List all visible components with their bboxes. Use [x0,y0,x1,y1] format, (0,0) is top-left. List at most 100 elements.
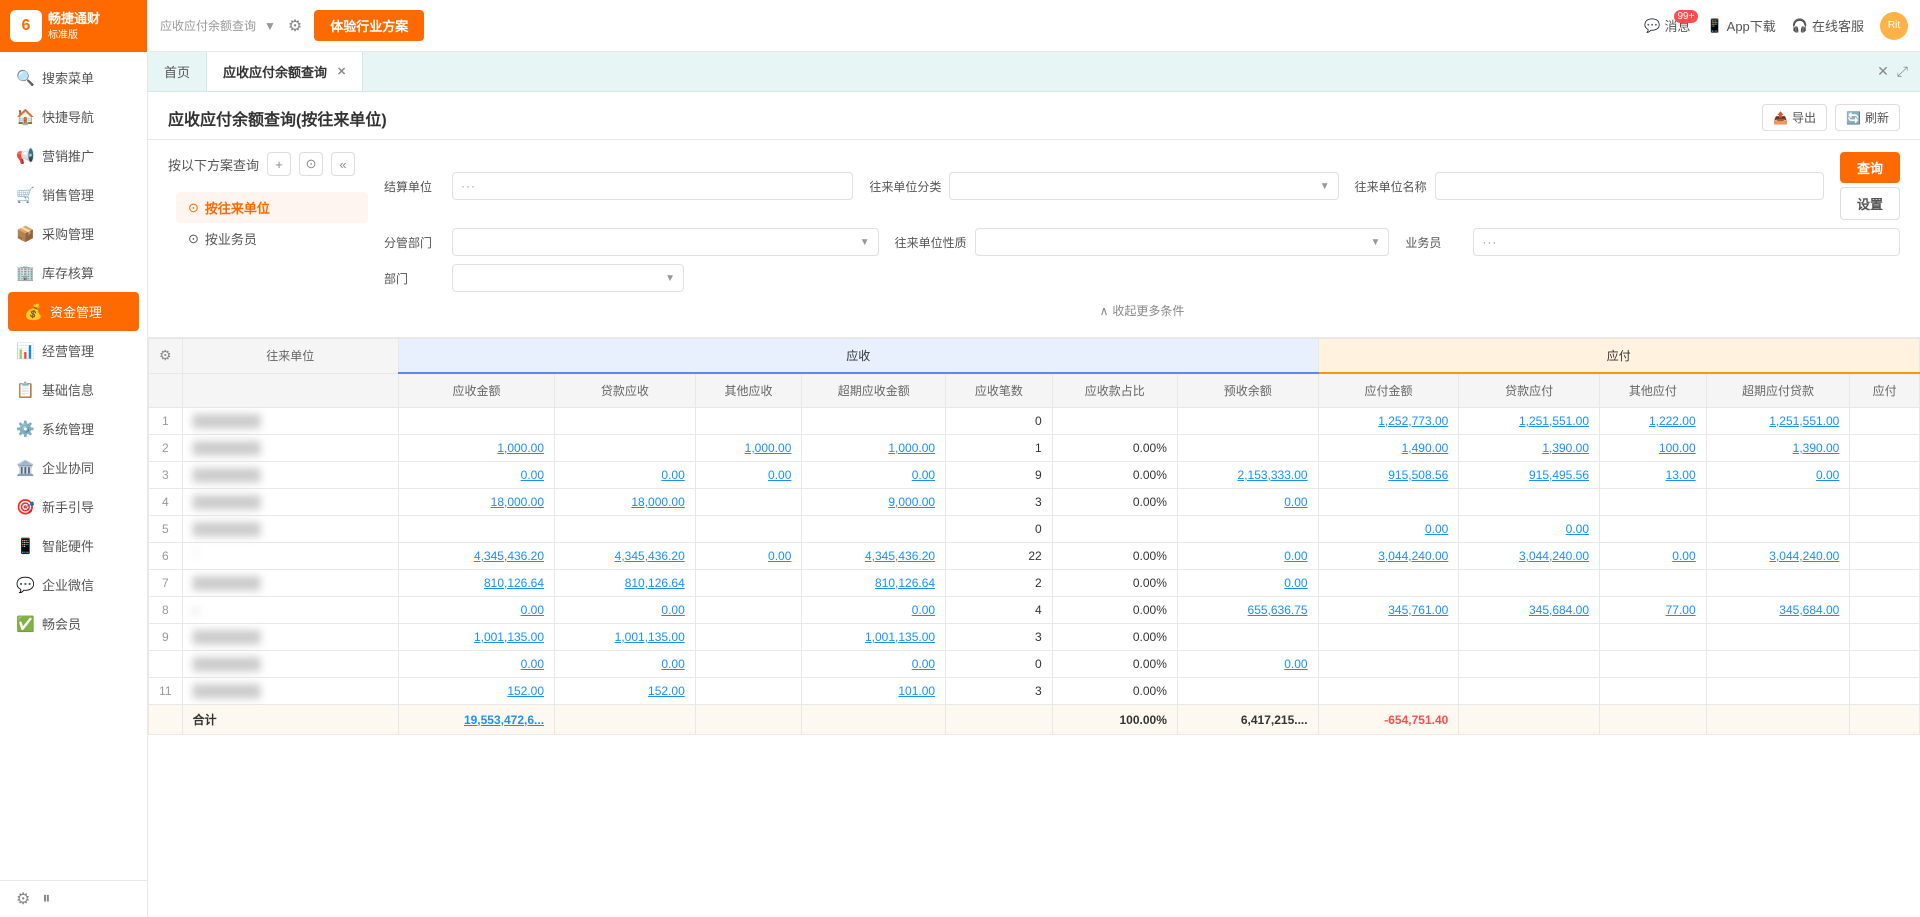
query-buttons: 查询 设置 [1840,152,1900,220]
tab-home[interactable]: 首页 [148,52,207,91]
collapse-sidebar-icon[interactable]: ⏸ [42,890,50,908]
col-group-ap: 应付 [1318,339,1919,374]
query-button[interactable]: 查询 [1840,152,1900,183]
table-row: 9████████1,001,135.001,001,135.001,001,1… [149,624,1920,651]
sidebar-item-sales[interactable]: 🛒 销售管理 [0,175,147,214]
footer-loan-ap [1459,705,1600,735]
tab-close-icon[interactable]: ✕ [337,65,346,78]
sidebar-item-guide[interactable]: 🎯 新手引导 [0,487,147,526]
col-settings[interactable]: ⚙ [149,339,183,374]
hardware-icon: 📱 [16,537,34,555]
message-icon: 💬 [1644,18,1660,34]
guide-icon: 🎯 [16,498,34,516]
filter-collapse-btn[interactable]: « [331,152,355,176]
footer-other-ap [1600,705,1707,735]
topbar-dropdown-icon[interactable]: ▼ [264,19,276,33]
tabbar: 首页 应收应付余额查询 ✕ ✕ ⤢ [148,52,1920,92]
filter-dept: 分管部门 ▼ [384,228,879,256]
topbar-message[interactable]: 💬 消息 99+ [1644,16,1690,35]
filter-settlement-unit: 结算单位 ··· [384,172,853,200]
group-salesman-icon: ⊙ [188,231,199,247]
footer-prepay: 6,417,215.... [1177,705,1318,735]
refresh-button[interactable]: 🔄 刷新 [1835,104,1900,131]
sidebar-item-hardware[interactable]: 📱 智能硬件 [0,526,147,565]
tabbar-close-icon[interactable]: ✕ [1877,63,1889,80]
table-gear-icon[interactable]: ⚙ [159,347,172,363]
sidebar-logo: 6 畅捷通财 标准版 [0,0,147,52]
sidebar-item-basic[interactable]: 📋 基础信息 [0,370,147,409]
table-footer-row: 合计 19,553,472,6... 100.00% 6,417,215....… [149,705,1920,735]
table-row: ████████0.000.000.0000.00%0.00 [149,651,1920,678]
enterprise-icon: 🏛️ [16,459,34,477]
table-container[interactable]: ⚙ 往来单位 应收 应付 应收金额 贷款应收 其他应收 超期应收金额 应收笔数 … [148,338,1920,917]
settings-bottom-icon[interactable]: ⚙ [16,889,30,909]
dept-input[interactable]: ▼ [452,228,879,256]
col-ap-h: 应付 [1850,373,1920,408]
export-button[interactable]: 📤 导出 [1762,104,1827,131]
col-ar-amt-h: 应收金额 [398,373,554,408]
page-actions: 📤 导出 🔄 刷新 [1762,104,1900,131]
topbar-online-service[interactable]: 🎧 在线客服 [1792,16,1864,35]
sidebar-item-marketing[interactable]: 📢 营销推广 [0,136,147,175]
member-icon: ✅ [16,615,34,633]
group-by-unit[interactable]: ⊙ 按往来单位 [176,192,368,223]
marketing-icon: 📢 [16,147,34,165]
sidebar-nav: 🔍 搜索菜单 🏠 快捷导航 📢 营销推广 🛒 销售管理 📦 采购管理 🏢 库存核… [0,52,147,880]
operation-icon: 📊 [16,342,34,360]
topbar-user-avatar[interactable]: Rit [1880,12,1908,40]
logo-text: 畅捷通财 [48,11,100,27]
app-icon: 📱 [1706,18,1722,34]
tab-arbalance[interactable]: 应收应付余额查询 ✕ [207,52,363,91]
col-num-h [149,373,183,408]
solution-button[interactable]: 体验行业方案 [314,10,424,41]
system-icon: ⚙️ [16,420,34,438]
topbar-app-download[interactable]: 📱 App下载 [1706,16,1775,35]
collapse-filter-btn[interactable]: ∧ 收起更多条件 [384,296,1900,325]
col-ar-count-h: 应收笔数 [946,373,1053,408]
salesman-input[interactable]: ··· [1473,228,1900,256]
footer-num [149,705,183,735]
refresh-icon: 🔄 [1846,111,1861,125]
search-icon: 🔍 [16,69,34,87]
tab-home-label: 首页 [164,62,190,81]
table-row: 3████████0.000.000.000.0090.00%2,153,333… [149,462,1920,489]
setting-button[interactable]: 设置 [1840,187,1900,220]
sidebar-item-purchase[interactable]: 📦 采购管理 [0,214,147,253]
sidebar-item-system[interactable]: ⚙️ 系统管理 [0,409,147,448]
unit-nature-input[interactable]: ▼ [975,228,1390,256]
unit-name-input[interactable] [1435,172,1824,200]
filter-add-btn[interactable]: + [267,152,291,176]
sidebar-item-search[interactable]: 🔍 搜索菜单 [0,58,147,97]
group-by-salesman[interactable]: ⊙ 按业务员 [176,223,368,254]
filter-row-1: 结算单位 ··· 往来单位分类 ▼ 往来单位名称 [384,152,1900,220]
subdept-input[interactable]: ▼ [452,264,684,292]
sidebar-item-enterprise[interactable]: 🏛️ 企业协同 [0,448,147,487]
col-ap-amt-h: 应付金额 [1318,373,1459,408]
sidebar-item-wechat[interactable]: 💬 企业微信 [0,565,147,604]
topbar: 应收应付余额查询 ▼ ⚙ 体验行业方案 💬 消息 99+ 📱 App下载 🎧 在… [148,0,1920,52]
footer-label: 合计 [182,705,398,735]
footer-ar-ratio: 100.00% [1052,705,1177,735]
logo-badge: 标准版 [48,26,100,41]
sidebar-item-quick[interactable]: 🏠 快捷导航 [0,97,147,136]
finance-icon: 💰 [24,303,42,321]
tabbar-expand-icon[interactable]: ⤢ [1897,63,1908,80]
topbar-gear-icon[interactable]: ⚙ [284,12,306,40]
filter-fields: 结算单位 ··· 往来单位分类 ▼ 往来单位名称 [384,152,1900,325]
sidebar-item-operation[interactable]: 📊 经营管理 [0,331,147,370]
basic-icon: 📋 [16,381,34,399]
sidebar-item-finance[interactable]: 💰 资金管理 [8,292,139,331]
unit-category-input[interactable]: ▼ [949,172,1338,200]
col-ar-ratio-h: 应收款占比 [1052,373,1177,408]
col-group-ar: 应收 [398,339,1318,374]
settlement-unit-input[interactable]: ··· [452,172,853,200]
col-prepay-h: 预收余额 [1177,373,1318,408]
filter-label: 按以下方案查询 [168,155,259,174]
sidebar-item-member[interactable]: ✅ 畅会员 [0,604,147,643]
filter-subdept: 部门 ▼ [384,264,684,292]
wechat-icon: 💬 [16,576,34,594]
sidebar-item-inventory[interactable]: 🏢 库存核算 [0,253,147,292]
col-other-ar-h: 其他应收 [695,373,802,408]
col-unit-header: 往来单位 [182,339,398,374]
filter-target-btn[interactable]: ⊙ [299,152,323,176]
